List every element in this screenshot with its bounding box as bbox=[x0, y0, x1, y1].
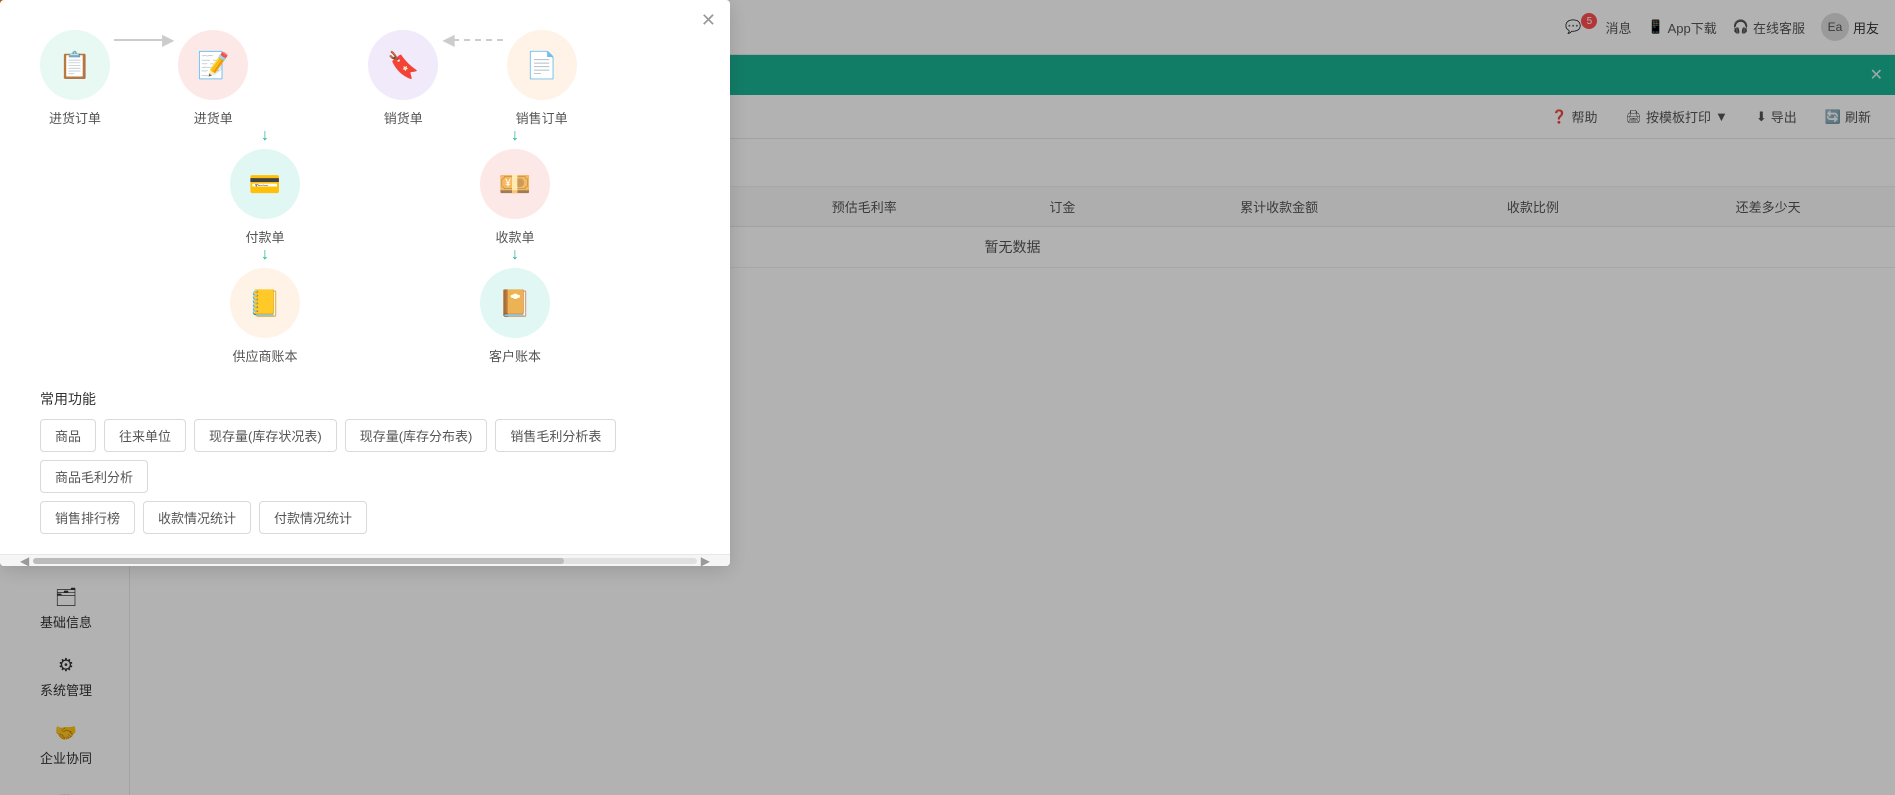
quick-nav-popup: ✕ 📋 进货订单 bbox=[130, 95, 730, 566]
payment-bill-circle[interactable]: 💳 bbox=[230, 149, 300, 219]
supplier-ledger-circle[interactable]: 📒 bbox=[230, 268, 300, 338]
sale-order-label: 销售订单 bbox=[516, 108, 568, 127]
sale-bill-col: 🔖 销货单 bbox=[368, 95, 438, 127]
customer-ledger-label: 客户账本 bbox=[489, 346, 541, 365]
customer-ledger-circle[interactable]: 📔 bbox=[480, 268, 550, 338]
func-collection-stats[interactable]: 收款情况统计 bbox=[143, 501, 251, 534]
sale-bill-circle[interactable]: 🔖 bbox=[368, 95, 438, 100]
func-partners[interactable]: 往来单位 bbox=[130, 419, 186, 452]
page-content: ❓ 帮助 🖨 按模板打印 ▼ ⬇ 导出 🔄 刷新 bbox=[130, 95, 1895, 795]
customer-ledger-col: 📔 客户账本 bbox=[450, 268, 580, 365]
sale-bill-label: 销货单 bbox=[384, 108, 423, 127]
purchase-bill-col: 📝 进货单 bbox=[178, 95, 248, 127]
popup-scrollbar: ◀ ▶ bbox=[130, 554, 730, 566]
func-inventory-status[interactable]: 现存量(库存状况表) bbox=[194, 419, 337, 452]
func-inventory-dist[interactable]: 现存量(库存分布表) bbox=[345, 419, 488, 452]
sale-order-col: 📄 销售订单 bbox=[507, 95, 577, 127]
common-functions: 常用功能 商品 往来单位 现存量(库存状况表) 现存量(库存分布表) 销售毛利分… bbox=[130, 389, 690, 534]
purchase-bill-circle[interactable]: 📝 bbox=[178, 95, 248, 100]
func-sales-rank[interactable]: 销售排行榜 bbox=[130, 501, 135, 534]
popup-overlay: ✕ 📋 进货订单 bbox=[130, 95, 1895, 795]
flow-diagram: 📋 进货订单 ▶ 📝 进货单 bbox=[130, 95, 690, 365]
supplier-ledger-label: 供应商账本 bbox=[232, 346, 297, 365]
sale-order-circle[interactable]: 📄 bbox=[507, 95, 577, 100]
scrollbar-thumb bbox=[130, 558, 564, 564]
func-buttons-row2: 销售排行榜 收款情况统计 付款情况统计 bbox=[130, 501, 690, 534]
supplier-ledger-col: 📒 供应商账本 bbox=[200, 268, 330, 365]
payment-bill-label: 付款单 bbox=[245, 227, 284, 246]
payment-bill-col: 💳 付款单 bbox=[200, 149, 330, 246]
common-functions-title: 常用功能 bbox=[130, 389, 690, 409]
func-goods-margin[interactable]: 商品毛利分析 bbox=[130, 460, 148, 493]
receipt-bill-label: 收款单 bbox=[495, 227, 534, 246]
scrollbar-track[interactable] bbox=[130, 558, 697, 564]
scrollbar-right-arrow[interactable]: ▶ bbox=[701, 554, 710, 567]
receipt-bill-col: 💴 收款单 bbox=[450, 149, 580, 246]
func-sales-margin[interactable]: 销售毛利分析表 bbox=[495, 419, 616, 452]
receipt-bill-circle[interactable]: 💴 bbox=[480, 149, 550, 219]
func-payment-stats[interactable]: 付款情况统计 bbox=[259, 501, 367, 534]
popup-body: 📋 进货订单 ▶ 📝 进货单 bbox=[130, 95, 730, 554]
purchase-bill-label: 进货单 bbox=[194, 108, 233, 127]
main-area: 装备及固定资产辅助管理系统 ▼ ⚙ 体验行业方案 💬 5 消息 📱 App下载 … bbox=[130, 0, 1895, 795]
func-buttons-row1: 商品 往来单位 现存量(库存状况表) 现存量(库存分布表) 销售毛利分析表 商品… bbox=[130, 419, 690, 493]
